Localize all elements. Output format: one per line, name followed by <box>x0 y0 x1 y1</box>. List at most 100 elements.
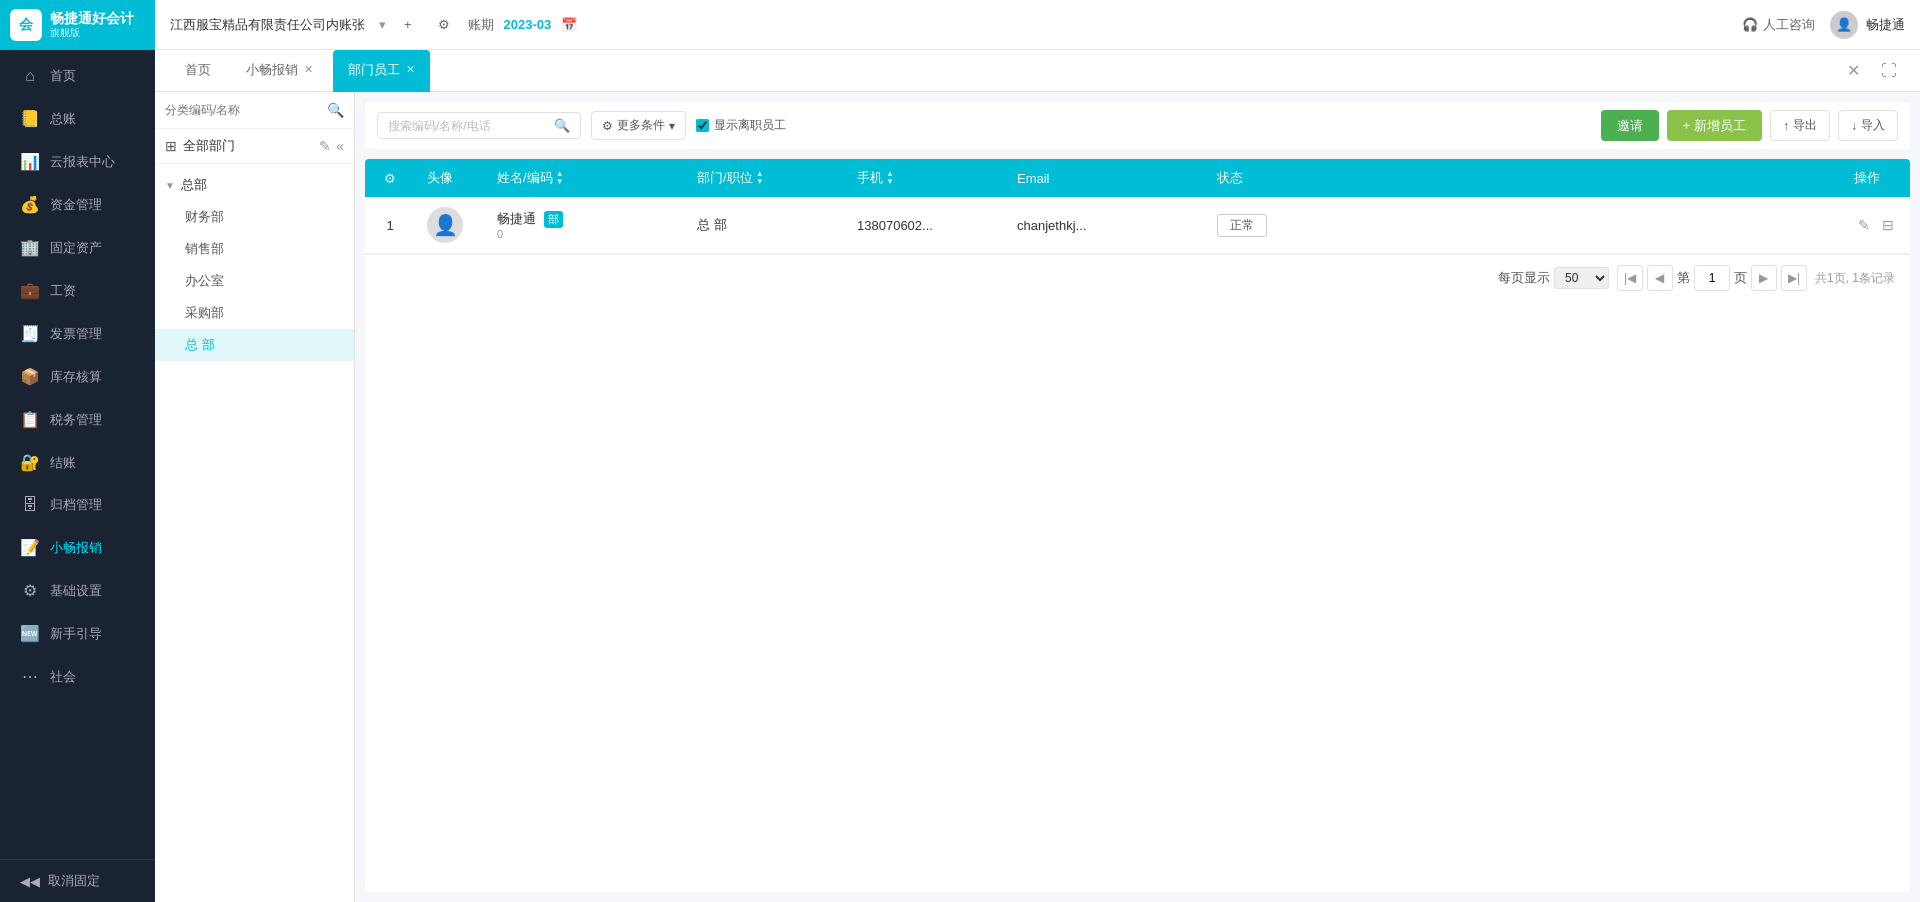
dept-grid-icon: ⊞ <box>165 138 177 154</box>
expense-icon: 📝 <box>20 538 40 557</box>
next-page-button[interactable]: ▶ <box>1751 265 1777 291</box>
tab-expense[interactable]: 小畅报销 ✕ <box>231 50 328 92</box>
employee-name: 畅捷通 <box>497 210 536 228</box>
tab-home[interactable]: 首页 <box>170 50 226 92</box>
all-dept-header[interactable]: ⊞ 全部部门 ✎ « <box>155 129 354 164</box>
dept-node-office[interactable]: 办公室 <box>155 265 354 297</box>
dept-node-root[interactable]: ▼ 总部 <box>155 169 354 201</box>
app-logo: 会 畅捷通好会计 旗舰版 <box>0 0 155 50</box>
app-name: 畅捷通好会计 <box>50 10 134 27</box>
service-button[interactable]: 🎧 人工咨询 <box>1742 16 1815 34</box>
sidebar-item-home[interactable]: ⌂ 首页 <box>0 55 155 97</box>
sidebar-label-tax: 税务管理 <box>50 411 102 429</box>
per-page-label: 每页显示 <box>1498 269 1550 287</box>
dept-node-office-label: 办公室 <box>185 272 224 290</box>
page-number-input[interactable] <box>1694 265 1730 291</box>
last-page-button[interactable]: ▶| <box>1781 265 1807 291</box>
user-menu[interactable]: 👤 畅捷通 <box>1830 11 1905 39</box>
page-suffix: 页 <box>1734 269 1747 287</box>
more-filter-button[interactable]: ⚙ 更多条件 ▾ <box>591 111 686 140</box>
col-actions: 操作 <box>1365 159 1910 197</box>
tab-employees-close[interactable]: ✕ <box>406 63 415 76</box>
col-dept-sort: ▲▼ <box>756 170 764 186</box>
sidebar-item-expense[interactable]: 📝 小畅报销 <box>0 526 155 569</box>
filter-label: 更多条件 <box>617 117 665 134</box>
col-phone[interactable]: 手机 ▲▼ <box>845 159 1005 197</box>
sidebar-item-payroll[interactable]: 💼 工资 <box>0 269 155 312</box>
per-page-selector: 每页显示 50 20 100 <box>1498 267 1609 289</box>
sidebar-pin-toggle[interactable]: ◀◀ 取消固定 <box>0 859 155 902</box>
row-status: 正常 <box>1205 197 1365 254</box>
sidebar-item-funds[interactable]: 💰 资金管理 <box>0 183 155 226</box>
sidebar-item-tax[interactable]: 📋 税务管理 <box>0 398 155 441</box>
dept-node-finance[interactable]: 财务部 <box>155 201 354 233</box>
prev-page-button[interactable]: ◀ <box>1647 265 1673 291</box>
row-email: chanjethkj... <box>1005 197 1205 254</box>
sidebar-label-home: 首页 <box>50 67 76 85</box>
tabs-actions: ✕ ⛶ <box>1839 57 1905 84</box>
first-page-button[interactable]: |◀ <box>1617 265 1643 291</box>
sidebar-item-guide[interactable]: 🆕 新手引导 <box>0 612 155 655</box>
filter-arrow-icon: ▾ <box>669 119 675 133</box>
expand-tab-button[interactable]: ⛶ <box>1873 57 1905 84</box>
sidebar-item-closing[interactable]: 🔐 结账 <box>0 441 155 484</box>
sidebar-label-expense: 小畅报销 <box>50 539 102 557</box>
dept-node-sales-label: 销售部 <box>185 240 224 258</box>
settings-button[interactable]: ⚙ <box>430 12 458 37</box>
dept-header-actions: ✎ « <box>319 138 344 154</box>
right-panel: 🔍 ⚙ 更多条件 ▾ 显示离职员工 邀请 + 新增员工 ↑ 导出 <box>355 92 1920 902</box>
col-name-label: 姓名/编码 <box>497 169 553 187</box>
employee-search-input[interactable] <box>388 119 548 133</box>
collapse-dept-button[interactable]: « <box>336 138 344 154</box>
close-tab-button[interactable]: ✕ <box>1839 57 1868 84</box>
sidebar-item-assets[interactable]: 🏢 固定资产 <box>0 226 155 269</box>
export-button[interactable]: ↑ 导出 <box>1770 110 1830 141</box>
dept-search-bar: 🔍 <box>155 92 354 129</box>
company-dropdown-arrow[interactable]: ▾ <box>379 17 386 32</box>
sidebar-item-reports[interactable]: 📊 云报表中心 <box>0 140 155 183</box>
tab-expense-close[interactable]: ✕ <box>304 63 313 76</box>
sidebar-label-more: 社会 <box>50 668 76 686</box>
toolbar-right-actions: 邀请 + 新增员工 ↑ 导出 ↓ 导入 <box>1601 110 1898 141</box>
col-email: Email <box>1005 159 1205 197</box>
dept-node-sales[interactable]: 销售部 <box>155 233 354 265</box>
delete-employee-button[interactable]: ⊟ <box>1878 215 1898 235</box>
col-name[interactable]: 姓名/编码 ▲▼ <box>485 159 685 197</box>
add-employee-button[interactable]: + 新增员工 <box>1667 110 1762 141</box>
sidebar-nav: ⌂ 首页 📒 总账 📊 云报表中心 💰 资金管理 🏢 固定资产 💼 工资 🧾 发… <box>0 50 155 859</box>
show-resigned-checkbox-label[interactable]: 显示离职员工 <box>696 117 786 134</box>
assets-icon: 🏢 <box>20 238 40 257</box>
employee-dept-badge: 部 <box>544 211 563 228</box>
sidebar-item-inventory[interactable]: 📦 库存核算 <box>0 355 155 398</box>
sidebar-item-invoices[interactable]: 🧾 发票管理 <box>0 312 155 355</box>
col-dept[interactable]: 部门/职位 ▲▼ <box>685 159 845 197</box>
dept-node-purchasing[interactable]: 采购部 <box>155 297 354 329</box>
more-icon: ⋯ <box>20 667 40 686</box>
main-area: 江西服宝精品有限责任公司内账张 ▾ + ⚙ 账期 2023-03 📅 🎧 人工咨… <box>155 0 1920 902</box>
sidebar-label-assets: 固定资产 <box>50 239 102 257</box>
sidebar-item-ledger[interactable]: 📒 总账 <box>0 97 155 140</box>
export-icon: ↑ <box>1783 119 1789 133</box>
tab-employees[interactable]: 部门员工 ✕ <box>333 50 430 92</box>
sidebar-label-archive: 归档管理 <box>50 496 102 514</box>
col-status: 状态 <box>1205 159 1365 197</box>
dept-node-general[interactable]: 总 部 <box>155 329 354 361</box>
add-tab-button[interactable]: + <box>396 12 420 37</box>
dept-search-input[interactable] <box>165 103 322 117</box>
invite-button[interactable]: 邀请 <box>1601 110 1659 141</box>
col-dept-label: 部门/职位 <box>697 169 753 187</box>
import-button[interactable]: ↓ 导入 <box>1838 110 1898 141</box>
edit-dept-button[interactable]: ✎ <box>319 138 331 154</box>
sidebar-item-more[interactable]: ⋯ 社会 <box>0 655 155 698</box>
calendar-icon[interactable]: 📅 <box>561 17 577 32</box>
dept-search-button[interactable]: 🔍 <box>327 102 344 118</box>
col-phone-sort: ▲▼ <box>886 170 894 186</box>
sidebar-label-guide: 新手引导 <box>50 625 102 643</box>
sidebar-item-settings[interactable]: ⚙ 基础设置 <box>0 569 155 612</box>
col-settings[interactable]: ⚙ <box>365 159 415 197</box>
edit-employee-button[interactable]: ✎ <box>1854 215 1874 235</box>
show-resigned-checkbox[interactable] <box>696 119 709 132</box>
sidebar-item-archive[interactable]: 🗄 归档管理 <box>0 484 155 526</box>
sidebar-label-closing: 结账 <box>50 454 76 472</box>
per-page-select[interactable]: 50 20 100 <box>1554 267 1609 289</box>
